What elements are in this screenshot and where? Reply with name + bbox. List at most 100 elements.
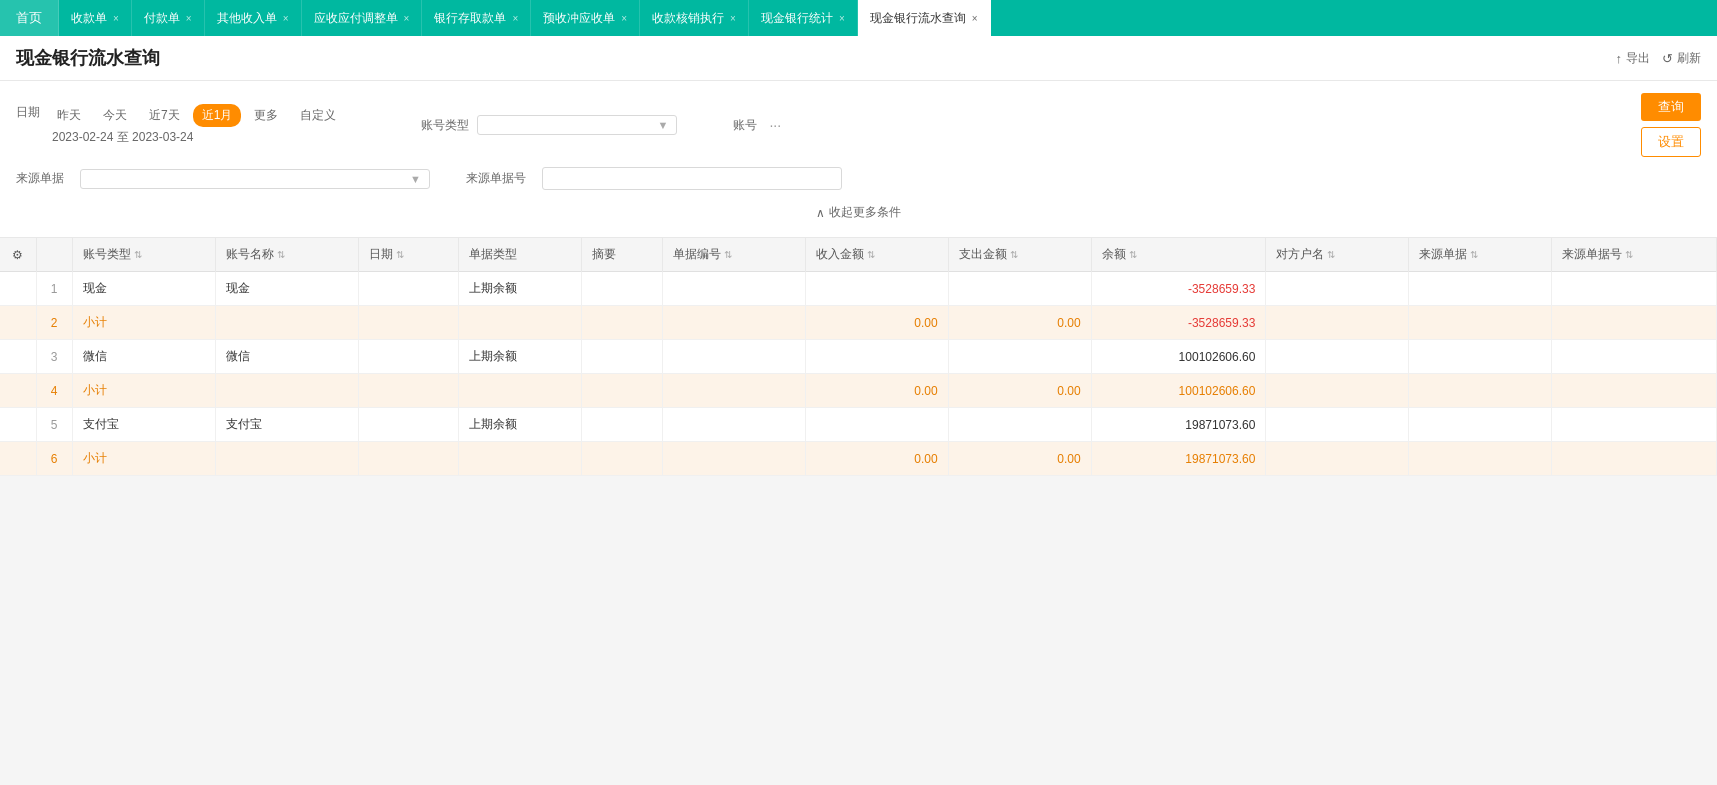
export-button[interactable]: ↑ 导出 <box>1616 50 1651 67</box>
th-counterpart[interactable]: 对方户名⇅ <box>1266 238 1409 272</box>
table-cell: 0.00 <box>948 306 1091 340</box>
nav-pre-receive-close[interactable]: × <box>621 13 627 24</box>
nav-ar-ap-adjust[interactable]: 应收应付调整单 × <box>302 0 423 36</box>
filter-row-1: 日期 昨天 今天 近7天 近1月 更多 自定义 2023-02-24 至 202… <box>16 93 1701 157</box>
date-options: 昨天 今天 近7天 近1月 更多 自定义 <box>48 104 345 127</box>
table-cell <box>0 306 36 340</box>
action-buttons: 查询 设置 <box>1641 93 1701 157</box>
th-gear[interactable]: ⚙ <box>0 238 36 272</box>
nav-payment[interactable]: 付款单 × <box>132 0 205 36</box>
table-cell <box>1409 374 1552 408</box>
th-income[interactable]: 收入金额⇅ <box>805 238 948 272</box>
query-button[interactable]: 查询 <box>1641 93 1701 121</box>
th-expense[interactable]: 支出金额⇅ <box>948 238 1091 272</box>
nav-pre-receive[interactable]: 预收冲应收单 × <box>531 0 640 36</box>
th-account-type[interactable]: 账号类型⇅ <box>72 238 215 272</box>
table-cell <box>1266 272 1409 306</box>
table-row: 2小计0.000.00-3528659.33 <box>0 306 1717 340</box>
date-btn-month1[interactable]: 近1月 <box>193 104 242 127</box>
th-doc-no[interactable]: 单据编号⇅ <box>662 238 805 272</box>
table-cell <box>1409 272 1552 306</box>
nav-payment-close[interactable]: × <box>186 13 192 24</box>
table-cell <box>358 272 458 306</box>
table-cell: 支付宝 <box>215 408 358 442</box>
page-title: 现金银行流水查询 <box>16 46 160 70</box>
table-row: 5支付宝支付宝上期余额19871073.60 <box>0 408 1717 442</box>
table-cell: 100102606.60 <box>1091 340 1266 374</box>
table-row: 1现金现金上期余额-3528659.33 <box>0 272 1717 306</box>
nav-ar-ap-close[interactable]: × <box>404 13 410 24</box>
date-btn-today[interactable]: 今天 <box>94 104 136 127</box>
nav-other-income[interactable]: 其他收入单 × <box>205 0 302 36</box>
table-cell <box>458 374 581 408</box>
th-summary: 摘要 <box>582 238 662 272</box>
table-cell <box>1552 306 1717 340</box>
table-cell: 上期余额 <box>458 340 581 374</box>
table-cell: 5 <box>36 408 72 442</box>
table-cell: 0.00 <box>948 442 1091 476</box>
nav-cash-bank-stat-close[interactable]: × <box>839 13 845 24</box>
page-header: 现金银行流水查询 ↑ 导出 ↺ 刷新 <box>0 36 1717 81</box>
nav-bank-deposit[interactable]: 银行存取款单 × <box>422 0 531 36</box>
header-actions: ↑ 导出 ↺ 刷新 <box>1616 50 1702 67</box>
table-cell <box>458 442 581 476</box>
date-btn-week[interactable]: 近7天 <box>140 104 189 127</box>
account-type-label: 账号类型 <box>421 117 469 134</box>
nav-other-income-close[interactable]: × <box>283 13 289 24</box>
table-cell: 小计 <box>72 442 215 476</box>
nav-cash-bank-flow-close[interactable]: × <box>972 13 978 24</box>
th-balance[interactable]: 余额⇅ <box>1091 238 1266 272</box>
table-cell <box>582 374 662 408</box>
filter-area: 日期 昨天 今天 近7天 近1月 更多 自定义 2023-02-24 至 202… <box>0 81 1717 238</box>
nav-collect-verify-close[interactable]: × <box>730 13 736 24</box>
account-dots[interactable]: ··· <box>765 117 785 133</box>
nav-receipt-close[interactable]: × <box>113 13 119 24</box>
date-btn-custom[interactable]: 自定义 <box>291 104 345 127</box>
nav-receipt[interactable]: 收款单 × <box>59 0 132 36</box>
account-type-select[interactable]: ▼ <box>477 115 677 135</box>
table-cell: 0.00 <box>805 442 948 476</box>
table-cell <box>1266 442 1409 476</box>
table-cell <box>215 306 358 340</box>
th-source-doc[interactable]: 来源单据⇅ <box>1409 238 1552 272</box>
th-account-name[interactable]: 账号名称⇅ <box>215 238 358 272</box>
setting-button[interactable]: 设置 <box>1641 127 1701 157</box>
date-btn-yesterday[interactable]: 昨天 <box>48 104 90 127</box>
nav-home[interactable]: 首页 <box>0 0 59 36</box>
table-cell <box>358 306 458 340</box>
source-doc-no-input[interactable] <box>542 167 842 190</box>
th-date[interactable]: 日期⇅ <box>358 238 458 272</box>
table-cell <box>0 442 36 476</box>
table-cell <box>1552 442 1717 476</box>
table-cell <box>1266 374 1409 408</box>
table-body: 1现金现金上期余额-3528659.332小计0.000.00-3528659.… <box>0 272 1717 476</box>
source-doc-select[interactable]: ▼ <box>80 169 430 189</box>
date-btn-more[interactable]: 更多 <box>245 104 287 127</box>
table-cell <box>662 442 805 476</box>
collapse-bar[interactable]: ∧ 收起更多条件 <box>16 200 1701 225</box>
table-cell <box>582 272 662 306</box>
table-cell <box>215 442 358 476</box>
table-cell: 100102606.60 <box>1091 374 1266 408</box>
date-label: 日期 <box>16 104 40 121</box>
table-cell <box>1552 408 1717 442</box>
nav-cash-bank-stat[interactable]: 现金银行统计 × <box>749 0 858 36</box>
refresh-button[interactable]: ↺ 刷新 <box>1662 50 1701 67</box>
collapse-label: 收起更多条件 <box>829 204 901 221</box>
top-nav: 首页 收款单 × 付款单 × 其他收入单 × 应收应付调整单 × 银行存取款单 … <box>0 0 1717 36</box>
nav-cash-bank-flow[interactable]: 现金银行流水查询 × <box>858 0 991 36</box>
nav-bank-deposit-close[interactable]: × <box>512 13 518 24</box>
table-cell: -3528659.33 <box>1091 306 1266 340</box>
table-cell <box>662 374 805 408</box>
table-cell: 3 <box>36 340 72 374</box>
table-cell <box>805 272 948 306</box>
nav-collect-verify[interactable]: 收款核销执行 × <box>640 0 749 36</box>
table-cell <box>662 272 805 306</box>
th-source-doc-no[interactable]: 来源单据号⇅ <box>1552 238 1717 272</box>
export-icon: ↑ <box>1616 51 1623 66</box>
table-cell: -3528659.33 <box>1091 272 1266 306</box>
table-cell <box>215 374 358 408</box>
table-cell <box>662 306 805 340</box>
table-cell: 小计 <box>72 306 215 340</box>
source-doc-chevron: ▼ <box>410 173 421 185</box>
